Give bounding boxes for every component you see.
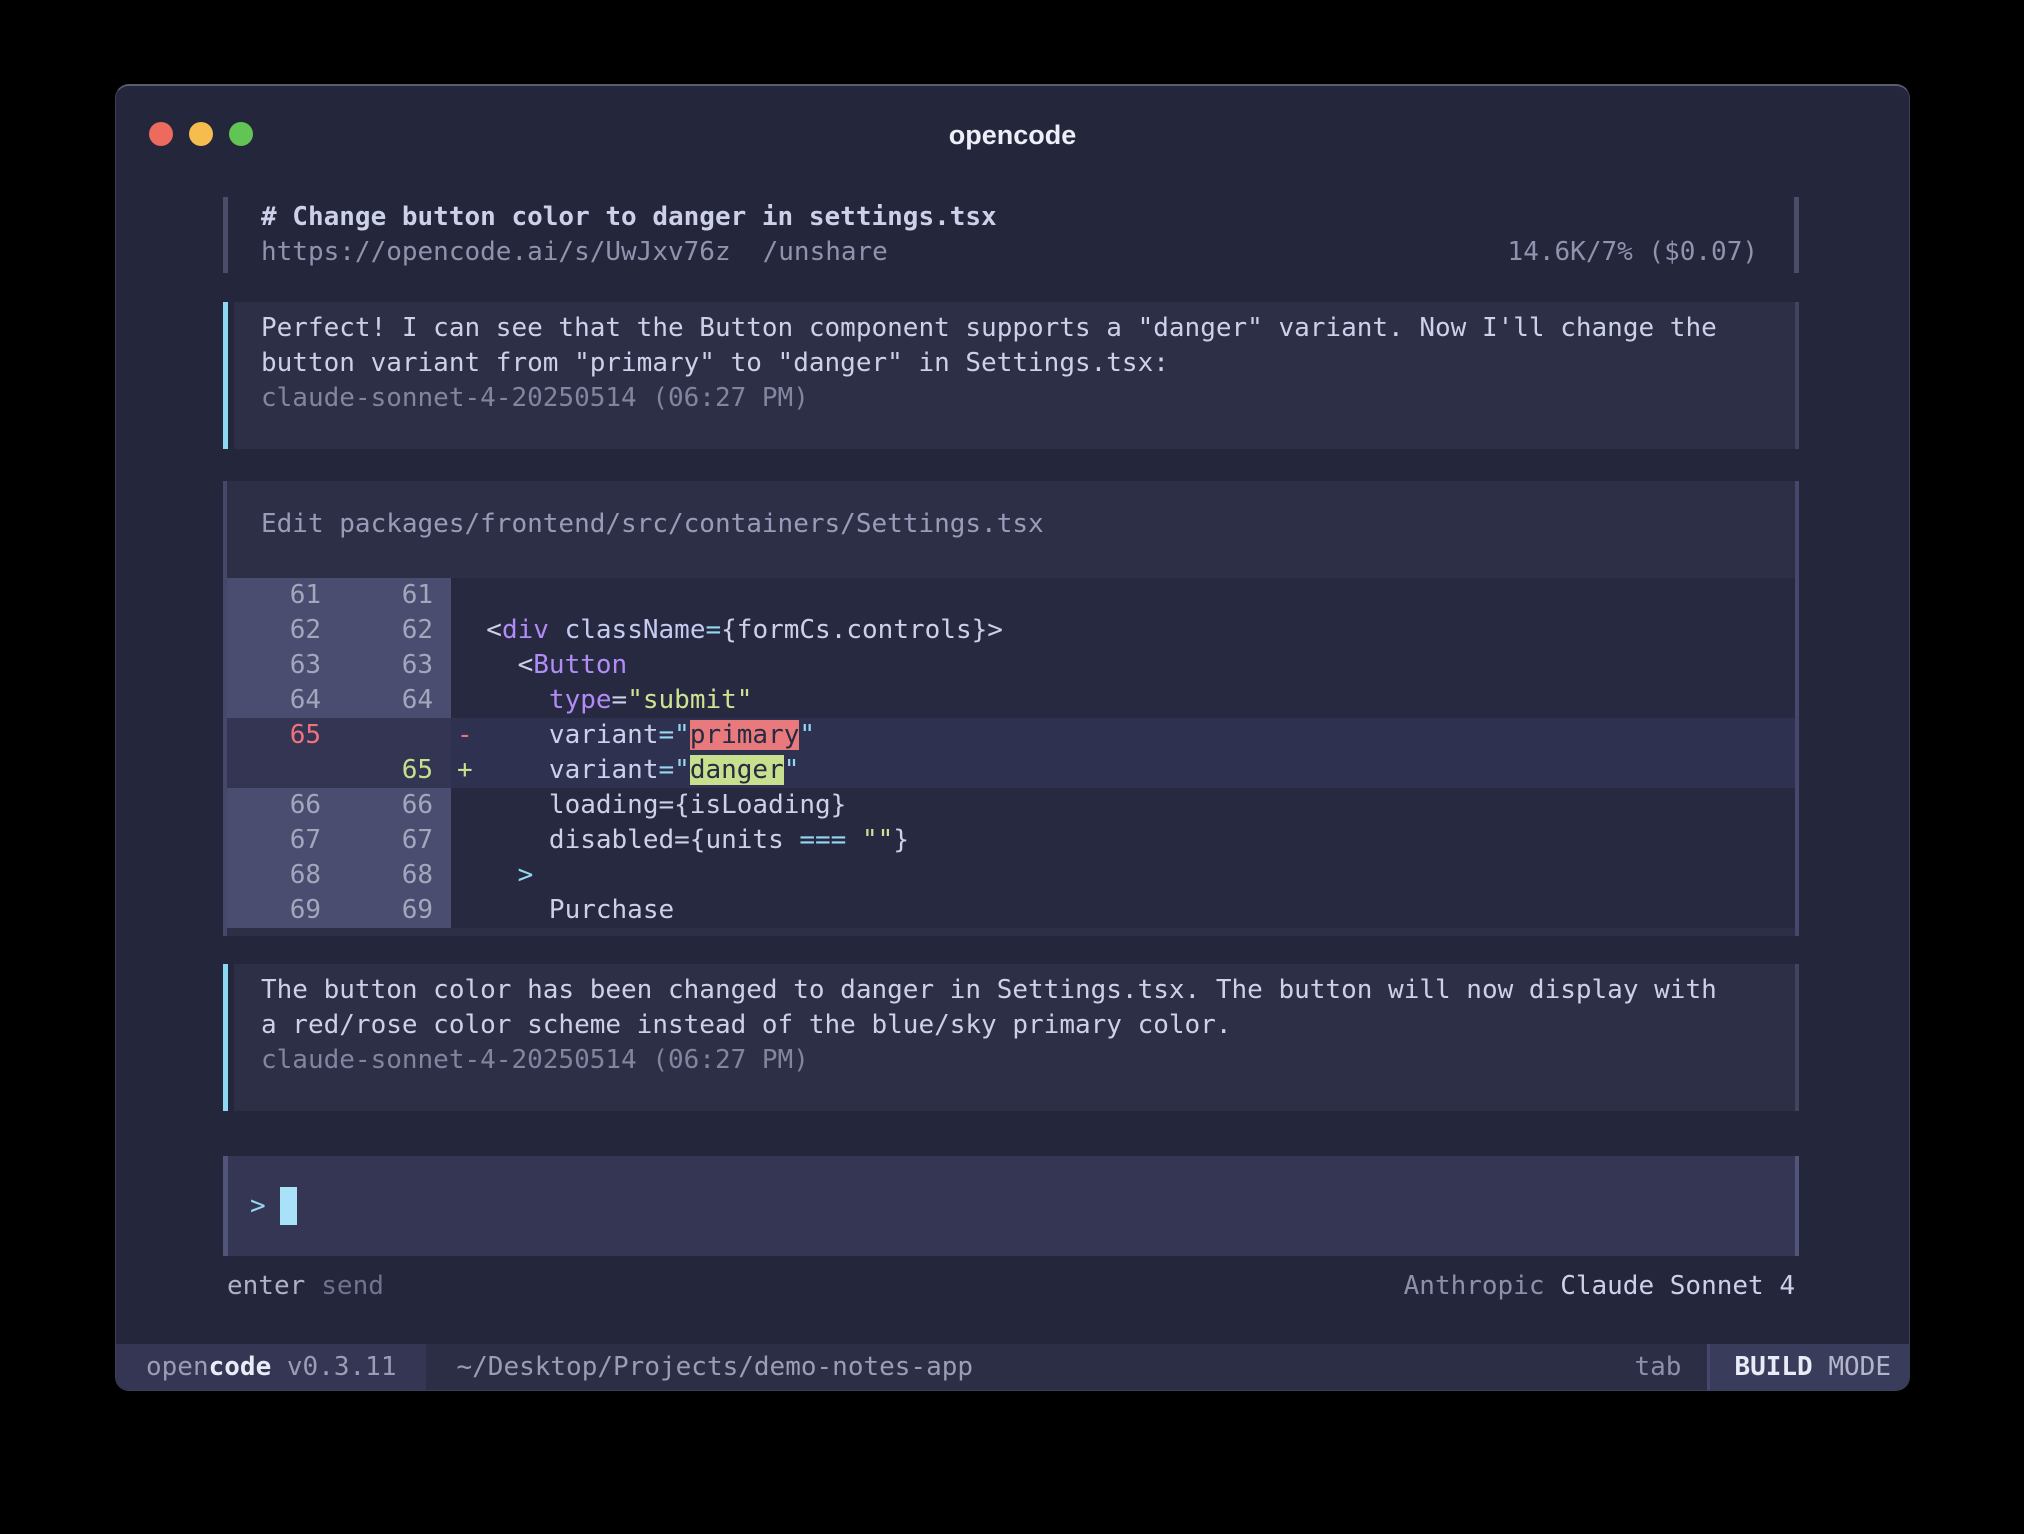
message-text-line: button variant from "primary" to "danger… xyxy=(261,346,1755,381)
app-name-open: open xyxy=(146,1352,209,1382)
mode-suffix: MODE xyxy=(1813,1352,1891,1382)
working-directory: ~/Desktop/Projects/demo-notes-app xyxy=(426,1344,973,1390)
diff-row: 65+ variant="danger" xyxy=(227,753,1795,788)
edit-tool-block: Edit packages/frontend/src/containers/Se… xyxy=(223,481,1799,936)
diff-code-line: + variant="danger" xyxy=(451,753,1795,788)
old-line-number: 69 xyxy=(227,893,339,928)
session-content: # Change button color to danger in setti… xyxy=(116,182,1909,1344)
window-titlebar[interactable]: opencode xyxy=(116,86,1909,182)
diff-code-line: loading={isLoading} xyxy=(451,788,1795,823)
session-header: # Change button color to danger in setti… xyxy=(223,197,1799,273)
old-line-number: 68 xyxy=(227,858,339,893)
diff-code-line: - variant="primary" xyxy=(451,718,1795,753)
provider-name: Anthropic xyxy=(1404,1271,1561,1301)
diff-row: 6262 <div className={formCs.controls}> xyxy=(227,613,1795,648)
message-accent-bar xyxy=(223,302,228,449)
model-name: Claude Sonnet 4 xyxy=(1560,1271,1795,1301)
new-line-number: 65 xyxy=(339,753,451,788)
diff-code-line: > xyxy=(451,858,1795,893)
unshare-command[interactable]: /unshare xyxy=(763,235,888,270)
model-timestamp-line: claude-sonnet-4-20250514 (06:27 PM) xyxy=(261,381,1755,416)
message-accent-bar xyxy=(223,964,228,1111)
diff-row: 6464 type="submit" xyxy=(227,683,1795,718)
status-bar: opencode v0.3.11 ~/Desktop/Projects/demo… xyxy=(116,1344,1909,1390)
new-line-number: 62 xyxy=(339,613,451,648)
enter-key-hint: enter xyxy=(227,1269,305,1304)
message-text-line: The button color has been changed to dan… xyxy=(261,973,1755,1008)
desktop: opencode # Change button color to danger… xyxy=(0,0,2024,1534)
new-line-number: 66 xyxy=(339,788,451,823)
added-marker: + xyxy=(457,753,477,788)
token-cost-stats: 14.6K/7% ($0.07) xyxy=(1508,235,1758,270)
app-version: v0.3.11 xyxy=(271,1352,396,1382)
diff-code-line xyxy=(451,578,1795,613)
new-line-number: 68 xyxy=(339,858,451,893)
diff-row: 6767 disabled={units === ""} xyxy=(227,823,1795,858)
old-line-number: 64 xyxy=(227,683,339,718)
model-timestamp-line: claude-sonnet-4-20250514 (06:27 PM) xyxy=(261,1043,1755,1078)
new-line-number: 61 xyxy=(339,578,451,613)
message-text-line: a red/rose color scheme instead of the b… xyxy=(261,1008,1755,1043)
mode-badge[interactable]: BUILD MODE xyxy=(1707,1344,1909,1390)
old-line-number: 62 xyxy=(227,613,339,648)
mode-name: BUILD xyxy=(1734,1352,1812,1382)
diff-row: 65 - variant="primary" xyxy=(227,718,1795,753)
new-line-number: 69 xyxy=(339,893,451,928)
app-version-chip: opencode v0.3.11 xyxy=(116,1344,426,1390)
diff-row: 6666 loading={isLoading} xyxy=(227,788,1795,823)
old-line-number: 65 xyxy=(227,718,339,753)
old-line-number: 67 xyxy=(227,823,339,858)
share-url[interactable]: https://opencode.ai/s/UwJxv76z xyxy=(261,235,731,270)
diff-row: 6363 <Button xyxy=(227,648,1795,683)
prompt-input[interactable]: > xyxy=(223,1156,1799,1256)
app-name-code: code xyxy=(209,1352,272,1382)
old-line-number: 66 xyxy=(227,788,339,823)
diff-code-line: Purchase xyxy=(451,893,1795,928)
diff-row: 6969 Purchase xyxy=(227,893,1795,928)
new-line-number: 63 xyxy=(339,648,451,683)
old-line-number: 61 xyxy=(227,578,339,613)
diff-code-line: type="submit" xyxy=(451,683,1795,718)
assistant-message: Perfect! I can see that the Button compo… xyxy=(223,302,1799,449)
tab-key-hint: tab xyxy=(1634,1344,1707,1390)
session-title: # Change button color to danger in setti… xyxy=(261,200,1758,235)
diff-row: 6868 > xyxy=(227,858,1795,893)
text-cursor xyxy=(280,1187,297,1225)
removed-marker: - xyxy=(457,718,477,753)
message-text-line: Perfect! I can see that the Button compo… xyxy=(261,311,1755,346)
new-line-number: 67 xyxy=(339,823,451,858)
input-hint-row: enter send Anthropic Claude Sonnet 4 xyxy=(223,1269,1799,1304)
new-line-number xyxy=(339,718,451,753)
diff-code-line: <Button xyxy=(451,648,1795,683)
assistant-message: The button color has been changed to dan… xyxy=(223,964,1799,1111)
prompt-chevron: > xyxy=(250,1191,266,1221)
active-model-info: Anthropic Claude Sonnet 4 xyxy=(1404,1269,1795,1304)
send-action-label: send xyxy=(321,1269,384,1304)
old-line-number: 63 xyxy=(227,648,339,683)
diff-row: 6161 xyxy=(227,578,1795,613)
opencode-terminal-window: opencode # Change button color to danger… xyxy=(115,84,1910,1391)
message-body: Perfect! I can see that the Button compo… xyxy=(234,302,1799,449)
diff-view: 61616262 <div className={formCs.controls… xyxy=(227,578,1795,928)
new-line-number: 64 xyxy=(339,683,451,718)
old-line-number xyxy=(227,753,339,788)
diff-code-line: <div className={formCs.controls}> xyxy=(451,613,1795,648)
message-body: The button color has been changed to dan… xyxy=(234,964,1799,1111)
header-right-border xyxy=(1794,197,1799,273)
diff-code-line: disabled={units === ""} xyxy=(451,823,1795,858)
window-title: opencode xyxy=(116,120,1909,151)
edit-tool-header: Edit packages/frontend/src/containers/Se… xyxy=(227,507,1795,542)
